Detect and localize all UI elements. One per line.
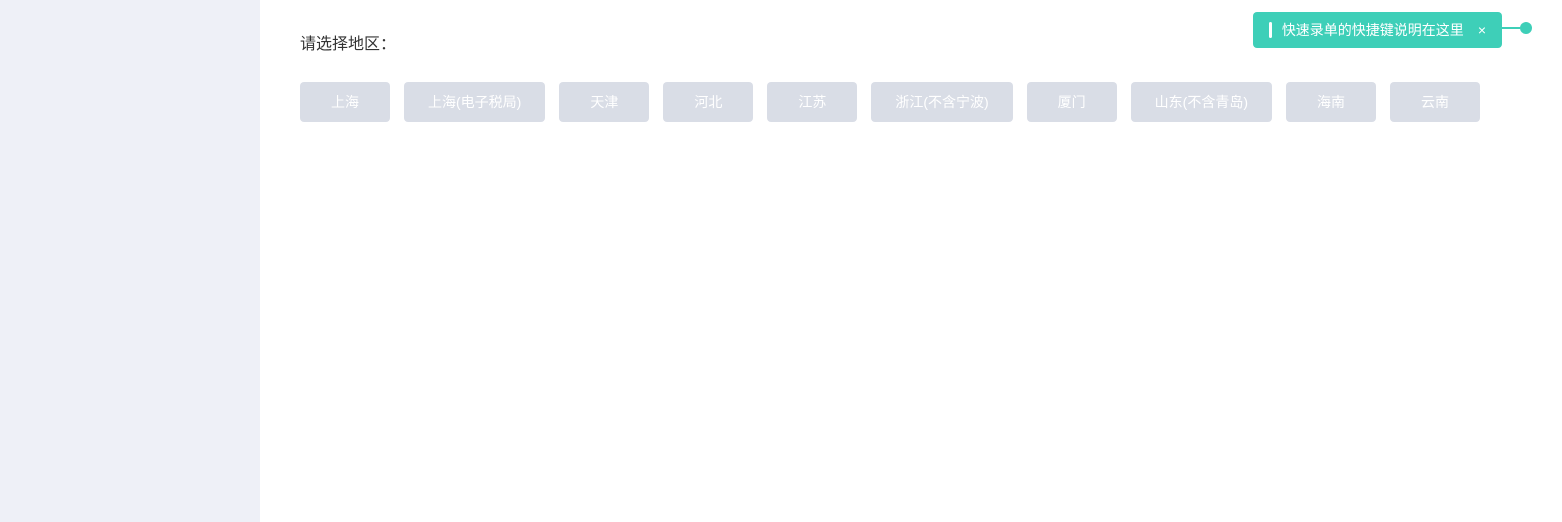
region-button-shanghai[interactable]: 上海: [300, 82, 390, 122]
region-button-hainan[interactable]: 海南: [1286, 82, 1376, 122]
tooltip-line: [1502, 27, 1520, 29]
region-button-zhejiang[interactable]: 浙江(不含宁波): [871, 82, 1012, 122]
region-button-hebei[interactable]: 河北: [663, 82, 753, 122]
region-button-xiamen[interactable]: 厦门: [1027, 82, 1117, 122]
tooltip-banner: 快速录单的快捷键说明在这里 ×: [1253, 12, 1502, 48]
sidebar: [0, 0, 260, 522]
region-button-shanghai-etax[interactable]: 上海(电子税局): [404, 82, 545, 122]
tooltip-text: 快速录单的快捷键说明在这里: [1282, 20, 1464, 40]
region-button-tianjin[interactable]: 天津: [559, 82, 649, 122]
tooltip-dot: [1520, 22, 1532, 34]
region-button-jiangsu[interactable]: 江苏: [767, 82, 857, 122]
region-buttons: 上海上海(电子税局) 天津河北江苏浙江(不含宁波) 厦门山东(不含青岛) 海南云南: [300, 82, 1522, 122]
tooltip-close-button[interactable]: ×: [1478, 22, 1486, 38]
main-content: 请选择地区： 上海上海(电子税局)天津河北江苏浙江(不含宁波)厦门山东(不含青岛…: [260, 0, 1562, 522]
region-button-shandong[interactable]: 山东(不含青岛): [1131, 82, 1272, 122]
region-button-yunnan[interactable]: 云南: [1390, 82, 1480, 122]
